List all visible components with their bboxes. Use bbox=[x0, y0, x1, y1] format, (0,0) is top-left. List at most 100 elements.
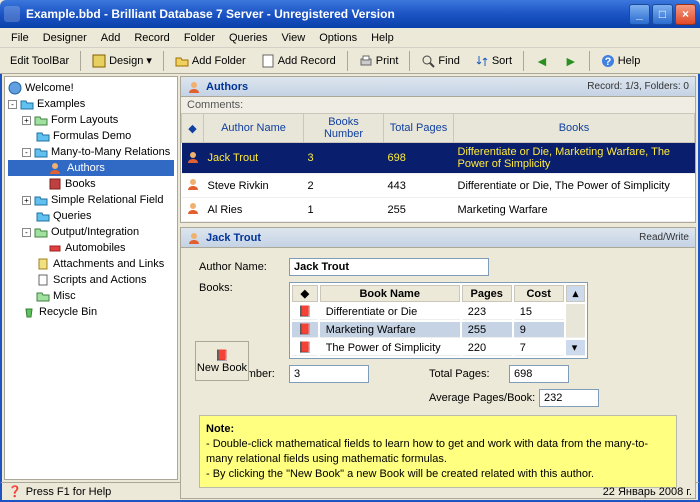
col-books[interactable]: Books bbox=[454, 114, 695, 143]
minimize-button[interactable]: _ bbox=[629, 4, 650, 25]
col-total-pages[interactable]: Total Pages bbox=[384, 114, 454, 143]
close-button[interactable]: × bbox=[675, 4, 696, 25]
sort-icon bbox=[475, 54, 489, 68]
book-icon: 📕 bbox=[298, 306, 312, 318]
detail-mode: Read/Write bbox=[639, 232, 689, 243]
new-book-button[interactable]: 📕 New Book bbox=[195, 341, 249, 381]
author-detail-panel: Jack Trout Read/Write Author Name: Books… bbox=[180, 227, 696, 499]
title-bar: Example.bbd - Brilliant Database 7 Serve… bbox=[0, 0, 700, 28]
tree-scripts-actions[interactable]: Scripts and Actions bbox=[8, 272, 174, 288]
add-folder-button[interactable]: Add Folder bbox=[169, 51, 252, 71]
tree-authors[interactable]: Authors bbox=[8, 160, 174, 176]
separator bbox=[163, 51, 164, 71]
tree-recycle-bin[interactable]: Recycle Bin bbox=[8, 304, 174, 320]
cell-num: 3 bbox=[304, 143, 384, 174]
cell-name: Al Ries bbox=[204, 198, 304, 222]
author-name-field[interactable] bbox=[289, 258, 489, 276]
cell-pages: 698 bbox=[384, 143, 454, 174]
search-icon bbox=[421, 54, 435, 68]
help-button[interactable]: ?Help bbox=[595, 51, 647, 71]
person-icon bbox=[187, 80, 201, 94]
tree-misc[interactable]: Misc bbox=[8, 288, 174, 304]
cell-name: Jack Trout bbox=[204, 143, 304, 174]
collapse-icon[interactable]: - bbox=[8, 100, 17, 109]
folder-icon bbox=[36, 289, 50, 303]
col-books-number[interactable]: Books Number bbox=[304, 114, 384, 143]
help-icon: ? bbox=[601, 54, 615, 68]
tree-attachments-links[interactable]: Attachments and Links bbox=[8, 256, 174, 272]
cell-books: Differentiate or Die, Marketing Warfare,… bbox=[454, 143, 695, 174]
menu-help[interactable]: Help bbox=[364, 30, 401, 46]
books-number-field[interactable] bbox=[289, 365, 369, 383]
panel-header: Authors Record: 1/3, Folders: 0 bbox=[181, 77, 695, 97]
col-author-name[interactable]: Author Name bbox=[204, 114, 304, 143]
grid-row[interactable]: Jack Trout 3 698 Differentiate or Die, M… bbox=[182, 143, 695, 174]
collapse-icon[interactable]: - bbox=[22, 148, 31, 157]
avg-pages-label: Average Pages/Book: bbox=[429, 392, 539, 404]
grid-row[interactable]: Steve Rivkin 2 443 Differentiate or Die,… bbox=[182, 174, 695, 198]
cell-books: Differentiate or Die, The Power of Simpl… bbox=[454, 174, 695, 198]
nav-forward-button[interactable]: ► bbox=[558, 50, 584, 72]
arrow-right-icon: ► bbox=[564, 53, 578, 69]
edit-toolbar-button[interactable]: Edit ToolBar bbox=[4, 52, 75, 70]
books-subgrid[interactable]: ◆ Book Name Pages Cost ▴ 📕Differentiate … bbox=[289, 282, 588, 359]
tree-queries[interactable]: Queries bbox=[8, 208, 174, 224]
menu-file[interactable]: File bbox=[4, 30, 36, 46]
menu-record[interactable]: Record bbox=[127, 30, 176, 46]
comments-label: Comments: bbox=[181, 97, 695, 113]
tree-form-layouts[interactable]: +Form Layouts bbox=[8, 112, 174, 128]
person-icon bbox=[186, 150, 200, 164]
book-icon: 📕 bbox=[298, 342, 312, 354]
design-icon bbox=[92, 54, 106, 68]
tree-welcome[interactable]: Welcome! bbox=[8, 80, 174, 96]
books-label: Books: bbox=[199, 282, 289, 294]
tree-automobiles[interactable]: Automobiles bbox=[8, 240, 174, 256]
tree-books[interactable]: Books bbox=[8, 176, 174, 192]
collapse-icon[interactable]: - bbox=[22, 228, 31, 237]
tree-m2m[interactable]: -Many-to-Many Relations bbox=[8, 144, 174, 160]
script-icon bbox=[36, 273, 50, 287]
expand-icon[interactable]: + bbox=[22, 116, 31, 125]
find-button[interactable]: Find bbox=[415, 51, 465, 71]
nav-tree[interactable]: Welcome! -Examples +Form Layouts Formula… bbox=[4, 76, 178, 480]
add-record-button[interactable]: Add Record bbox=[255, 51, 342, 71]
menu-options[interactable]: Options bbox=[312, 30, 364, 46]
grid-row[interactable]: Al Ries 1 255 Marketing Warfare bbox=[182, 198, 695, 222]
scroll-up-button[interactable]: ▴ bbox=[566, 285, 586, 302]
menu-add[interactable]: Add bbox=[94, 30, 128, 46]
authors-grid[interactable]: ◆ Author Name Books Number Total Pages B… bbox=[181, 113, 695, 222]
expand-icon[interactable]: + bbox=[22, 196, 31, 205]
col-book-name[interactable]: Book Name bbox=[320, 285, 460, 302]
col-pages[interactable]: Pages bbox=[462, 285, 512, 302]
folder-plus-icon bbox=[175, 54, 189, 68]
scroll-down-button[interactable]: ▾ bbox=[566, 340, 586, 356]
tree-examples[interactable]: -Examples bbox=[8, 96, 174, 112]
window-title: Example.bbd - Brilliant Database 7 Serve… bbox=[26, 7, 627, 21]
col-icon[interactable]: ◆ bbox=[182, 114, 204, 143]
col-cost[interactable]: Cost bbox=[514, 285, 564, 302]
total-pages-field[interactable] bbox=[509, 365, 569, 383]
book-row[interactable]: 📕Differentiate or Die22315 bbox=[292, 304, 585, 320]
menu-queries[interactable]: Queries bbox=[222, 30, 275, 46]
person-icon bbox=[186, 201, 200, 215]
separator bbox=[589, 51, 590, 71]
tree-output-integration[interactable]: -Output/Integration bbox=[8, 224, 174, 240]
tree-formulas-demo[interactable]: Formulas Demo bbox=[8, 128, 174, 144]
panel-header: Jack Trout Read/Write bbox=[181, 228, 695, 248]
tree-simple-relational[interactable]: +Simple Relational Field bbox=[8, 192, 174, 208]
attachment-icon bbox=[36, 257, 50, 271]
note-line-2: - By clicking the "New Book" a new Book … bbox=[206, 468, 594, 480]
menu-view[interactable]: View bbox=[275, 30, 313, 46]
design-button[interactable]: Design ▾ bbox=[86, 51, 158, 71]
col-icon[interactable]: ◆ bbox=[292, 285, 318, 302]
maximize-button[interactable]: □ bbox=[652, 4, 673, 25]
nav-back-button[interactable]: ◄ bbox=[529, 50, 555, 72]
sort-button[interactable]: Sort bbox=[469, 51, 518, 71]
menu-folder[interactable]: Folder bbox=[177, 30, 222, 46]
book-row[interactable]: 📕The Power of Simplicity2207▾ bbox=[292, 340, 585, 356]
print-button[interactable]: Print bbox=[353, 51, 405, 71]
book-row[interactable]: 📕Marketing Warfare2559 bbox=[292, 322, 585, 338]
menu-designer[interactable]: Designer bbox=[36, 30, 94, 46]
avg-pages-field[interactable] bbox=[539, 389, 599, 407]
printer-icon bbox=[359, 54, 373, 68]
